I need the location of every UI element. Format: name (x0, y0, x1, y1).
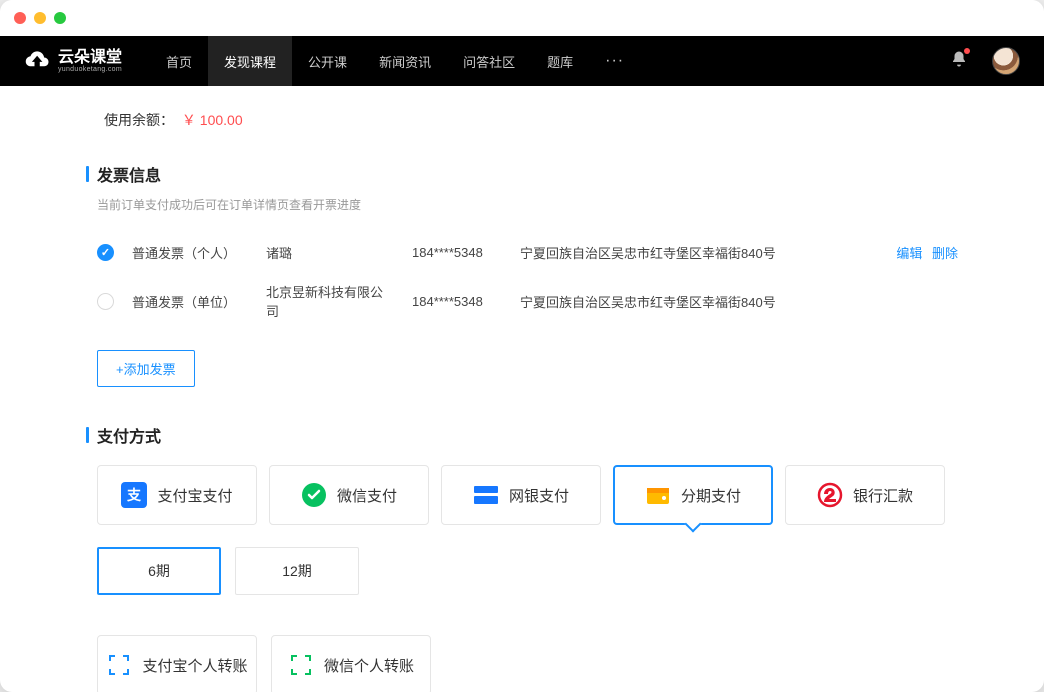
invoice-name: 诸璐 (266, 243, 394, 262)
pay-method-bank-transfer[interactable]: 银行汇款 (785, 465, 945, 525)
cloud-logo-icon (24, 47, 52, 75)
alipay-icon: 支 (121, 482, 147, 508)
invoice-address: 宁夏回族自治区吴忠市红寺堡区幸福街840号 (520, 292, 958, 311)
invoice-list: 普通发票（个人） 诸璐 184****5348 宁夏回族自治区吴忠市红寺堡区幸福… (86, 233, 958, 330)
payment-methods: 支 支付宝支付 微信支付 网银支付 分期支付 (86, 465, 958, 525)
nav-home[interactable]: 首页 (150, 36, 208, 86)
invoice-radio-personal[interactable] (97, 244, 114, 261)
invoice-address: 宁夏回族自治区吴忠市红寺堡区幸福街840号 (520, 243, 872, 262)
invoice-section-title: 发票信息 (86, 162, 958, 186)
invoice-row-company[interactable]: 普通发票（单位） 北京昱新科技有限公司 184****5348 宁夏回族自治区吴… (97, 272, 958, 330)
invoice-section-subtitle: 当前订单支付成功后可在订单详情页查看开票进度 (86, 196, 958, 213)
pay-method-installment[interactable]: 分期支付 (613, 465, 773, 525)
invoice-row-personal[interactable]: 普通发票（个人） 诸璐 184****5348 宁夏回族自治区吴忠市红寺堡区幸福… (97, 233, 958, 272)
app-window: 云朵课堂 yunduoketang.com 首页 发现课程 公开课 新闻资讯 问… (0, 0, 1044, 692)
wechat-icon (301, 482, 327, 508)
nav-qa-community[interactable]: 问答社区 (447, 36, 531, 86)
pay-method-unionpay[interactable]: 网银支付 (441, 465, 601, 525)
transfer-label: 支付宝个人转账 (142, 655, 247, 676)
wechat-transfer-icon (288, 652, 314, 678)
pay-method-wechat[interactable]: 微信支付 (269, 465, 429, 525)
pay-method-label: 分期支付 (681, 485, 741, 506)
term-6[interactable]: 6期 (97, 547, 221, 595)
invoice-name: 北京昱新科技有限公司 (266, 282, 394, 320)
transfer-label: 微信个人转账 (324, 655, 414, 676)
pay-method-label: 银行汇款 (853, 485, 913, 506)
nav-more[interactable]: ··· (589, 36, 640, 86)
brand-subtitle: yunduoketang.com (58, 66, 122, 73)
top-navigation: 云朵课堂 yunduoketang.com 首页 发现课程 公开课 新闻资讯 问… (0, 36, 1044, 86)
pay-method-label: 微信支付 (337, 485, 397, 506)
transfer-alipay-personal[interactable]: 支付宝个人转账 (97, 635, 257, 692)
installment-terms: 6期 12期 (86, 547, 958, 595)
maximize-window-button[interactable] (54, 12, 66, 24)
nav-discover-courses[interactable]: 发现课程 (208, 36, 292, 86)
main-content: 使用余额： ￥ 100.00 发票信息 当前订单支付成功后可在订单详情页查看开票… (0, 86, 1044, 692)
installment-icon (645, 482, 671, 508)
svg-text:支: 支 (126, 487, 142, 503)
bank-icon (817, 482, 843, 508)
alipay-transfer-icon (106, 652, 132, 678)
invoice-edit-link[interactable]: 编辑 (896, 246, 922, 261)
invoice-type: 普通发票（单位） (132, 292, 248, 311)
nav-items: 首页 发现课程 公开课 新闻资讯 问答社区 题库 ··· (150, 36, 640, 86)
personal-transfer-options: 支付宝个人转账 微信个人转账 (86, 635, 958, 692)
brand-name: 云朵课堂 (58, 50, 122, 66)
invoice-actions: 编辑 删除 (890, 243, 958, 262)
pay-method-alipay[interactable]: 支 支付宝支付 (97, 465, 257, 525)
add-invoice-button[interactable]: +添加发票 (97, 350, 195, 387)
notifications-button[interactable] (950, 50, 968, 73)
brand-logo[interactable]: 云朵课堂 yunduoketang.com (24, 47, 122, 75)
nav-question-bank[interactable]: 题库 (531, 36, 589, 86)
nav-open-courses[interactable]: 公开课 (292, 36, 363, 86)
close-window-button[interactable] (14, 12, 26, 24)
transfer-wechat-personal[interactable]: 微信个人转账 (271, 635, 431, 692)
user-avatar[interactable] (992, 47, 1020, 75)
pay-method-label: 网银支付 (509, 485, 569, 506)
nav-right (950, 47, 1020, 75)
invoice-phone: 184****5348 (412, 245, 502, 260)
nav-news[interactable]: 新闻资讯 (363, 36, 447, 86)
pay-method-label: 支付宝支付 (157, 485, 232, 506)
minimize-window-button[interactable] (34, 12, 46, 24)
invoice-radio-company[interactable] (97, 293, 114, 310)
invoice-delete-link[interactable]: 删除 (932, 246, 958, 261)
window-titlebar (0, 0, 1044, 36)
payment-section-title: 支付方式 (86, 423, 958, 447)
balance-amount: ￥ 100.00 (182, 112, 243, 128)
balance-label: 使用余额： (104, 112, 174, 128)
unionpay-icon (473, 482, 499, 508)
invoice-type: 普通发票（个人） (132, 243, 248, 262)
term-12[interactable]: 12期 (235, 547, 359, 595)
notification-dot (964, 48, 970, 54)
invoice-phone: 184****5348 (412, 294, 502, 309)
balance-row: 使用余额： ￥ 100.00 (86, 110, 958, 130)
